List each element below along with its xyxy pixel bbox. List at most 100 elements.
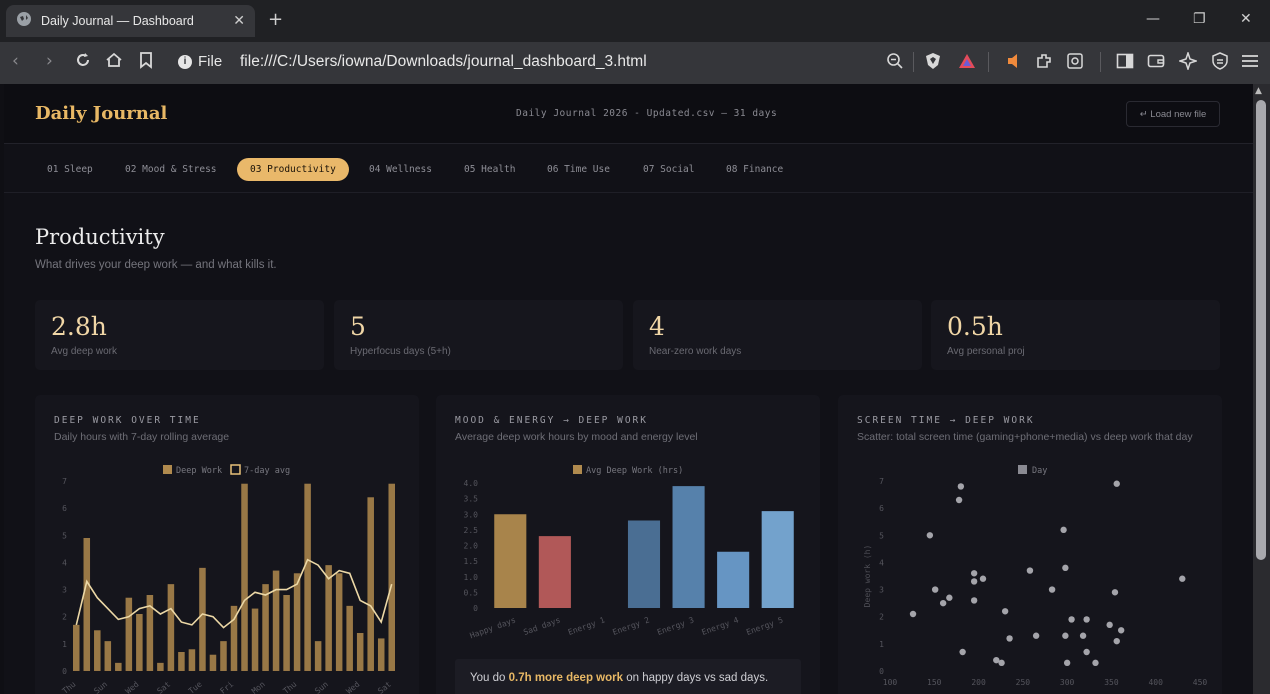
scatter-point xyxy=(909,610,917,618)
bar xyxy=(356,633,364,671)
scatter-point xyxy=(970,578,978,585)
x-tick-label: Energy 3 xyxy=(656,615,695,637)
extensions-icon[interactable] xyxy=(1035,52,1053,74)
x-tick-label: Fri xyxy=(218,680,235,694)
brave-shield-icon[interactable] xyxy=(924,52,942,74)
kpi-value: 2.8h xyxy=(51,312,107,341)
section-tabs: 01 Sleep 02 Mood & Stress 03 Productivit… xyxy=(4,145,1253,193)
scatter-point xyxy=(926,532,934,539)
tab-productivity[interactable]: 03 Productivity xyxy=(237,158,349,181)
bar xyxy=(125,597,133,671)
legend-label: Day xyxy=(1032,466,1047,476)
close-window-icon[interactable]: ✕ xyxy=(1240,11,1252,27)
mood-energy-card: Avg Deep Work (hrs) 0 0.5 1.0 1.5 2.0 2.5 3.0 3.… xyxy=(436,395,820,694)
x-tick-label: Sad days xyxy=(522,615,561,637)
restore-icon[interactable]: ❐ xyxy=(1193,11,1206,27)
vpn-icon[interactable] xyxy=(1211,52,1229,74)
bar xyxy=(304,483,311,671)
x-tick-label: 450 xyxy=(1193,678,1208,687)
bookmark-icon[interactable] xyxy=(138,51,154,74)
scatter-point xyxy=(1032,632,1040,639)
home-icon[interactable] xyxy=(105,51,123,74)
bar xyxy=(104,641,112,671)
minimize-icon[interactable]: — xyxy=(1146,11,1160,27)
menu-icon[interactable] xyxy=(1241,52,1259,74)
tab-health[interactable]: 05 Health xyxy=(451,158,528,181)
scatter-point xyxy=(959,648,966,656)
x-tick-label: 150 xyxy=(927,678,942,687)
brave-rewards-icon[interactable] xyxy=(958,52,976,74)
legend-swatch-deep-work xyxy=(163,465,172,474)
bar xyxy=(367,497,374,671)
app-header: Daily Journal Daily Journal 2026 - Updat… xyxy=(4,84,1253,144)
bar xyxy=(251,608,259,671)
y-tick-label: 0 xyxy=(62,667,67,676)
legend-label: Avg Deep Work (hrs) xyxy=(586,466,683,476)
x-tick-label: 350 xyxy=(1104,678,1119,687)
app-logo: Daily Journal xyxy=(35,103,168,124)
bar xyxy=(346,605,353,671)
x-tick-label: 300 xyxy=(1060,678,1075,687)
y-axis-label: Deep work (h) xyxy=(863,545,872,608)
close-tab-icon[interactable]: ✕ xyxy=(233,13,245,29)
insight-box: You do 0.7h more deep work on happy days… xyxy=(455,659,801,694)
tab-wellness[interactable]: 04 Wellness xyxy=(356,158,445,181)
new-tab-icon[interactable]: + xyxy=(268,9,283,30)
back-icon[interactable]: ‹ xyxy=(12,51,19,71)
info-icon: i xyxy=(178,54,192,69)
bar xyxy=(335,573,343,671)
y-tick-label: 3 xyxy=(62,586,67,595)
tab-time-use[interactable]: 06 Time Use xyxy=(534,158,623,181)
x-tick-label: Thu xyxy=(282,680,299,694)
site-info[interactable]: i File xyxy=(178,53,222,70)
load-file-button[interactable]: ↵ Load new file xyxy=(1126,101,1220,127)
reload-icon[interactable] xyxy=(74,51,92,74)
browser-tab[interactable]: Daily Journal — Dashboard ✕ xyxy=(6,5,255,37)
tab-sleep[interactable]: 01 Sleep xyxy=(34,158,106,181)
scatter-point xyxy=(1179,575,1186,582)
scatter-point xyxy=(946,594,953,601)
bar xyxy=(167,584,175,671)
bar xyxy=(262,584,269,671)
scrollbar-thumb[interactable] xyxy=(1256,100,1266,560)
tab-finance[interactable]: 08 Finance xyxy=(713,158,796,181)
y-tick-label: 2 xyxy=(879,613,884,622)
x-tick-label: Sat xyxy=(155,680,172,694)
bar xyxy=(94,630,101,671)
insight-highlight: 0.7h more deep work xyxy=(508,672,624,684)
bar xyxy=(717,551,750,608)
bar xyxy=(272,570,280,671)
tab-mood-stress[interactable]: 02 Mood & Stress xyxy=(112,158,230,181)
scatter-point xyxy=(939,599,947,607)
y-tick-label: 6 xyxy=(879,504,884,513)
wallet-icon[interactable] xyxy=(1147,52,1165,74)
bar xyxy=(293,573,301,671)
scatter-point xyxy=(1026,567,1034,574)
zoom-icon[interactable] xyxy=(886,52,904,74)
tab-social[interactable]: 07 Social xyxy=(630,158,707,181)
x-tick-label: Mon xyxy=(250,680,267,694)
x-tick-label: Wed xyxy=(345,680,362,694)
address-bar[interactable]: file:///C:/Users/iowna/Downloads/journal… xyxy=(240,53,647,71)
dashboard-page: Daily Journal Daily Journal 2026 - Updat… xyxy=(4,84,1253,694)
forward-icon[interactable]: › xyxy=(46,51,53,71)
y-tick-label: 1 xyxy=(62,640,67,649)
x-tick-label: Sat xyxy=(376,680,393,694)
bar xyxy=(672,486,705,608)
scatter-point xyxy=(970,570,978,577)
y-tick-label: 2 xyxy=(62,613,67,622)
browser-tab-bar: Daily Journal — Dashboard ✕ + — ❐ ✕ xyxy=(0,0,1270,42)
sidebar-icon[interactable] xyxy=(1116,52,1134,74)
kpi-label: Near-zero work days xyxy=(649,346,742,357)
x-tick-label: 250 xyxy=(1016,678,1031,687)
speaker-icon[interactable] xyxy=(1006,52,1022,74)
leo-ai-icon[interactable] xyxy=(1177,50,1199,74)
screenshot-icon[interactable] xyxy=(1066,52,1084,74)
scatter-point xyxy=(931,586,939,593)
y-tick-label: 1.5 xyxy=(464,557,479,566)
y-tick-label: 7 xyxy=(879,477,884,486)
y-tick-label: 2.5 xyxy=(464,526,479,535)
scroll-up-icon[interactable]: ▲ xyxy=(1255,86,1262,96)
scatter-point xyxy=(1062,564,1069,572)
scatter-point xyxy=(1048,586,1056,593)
